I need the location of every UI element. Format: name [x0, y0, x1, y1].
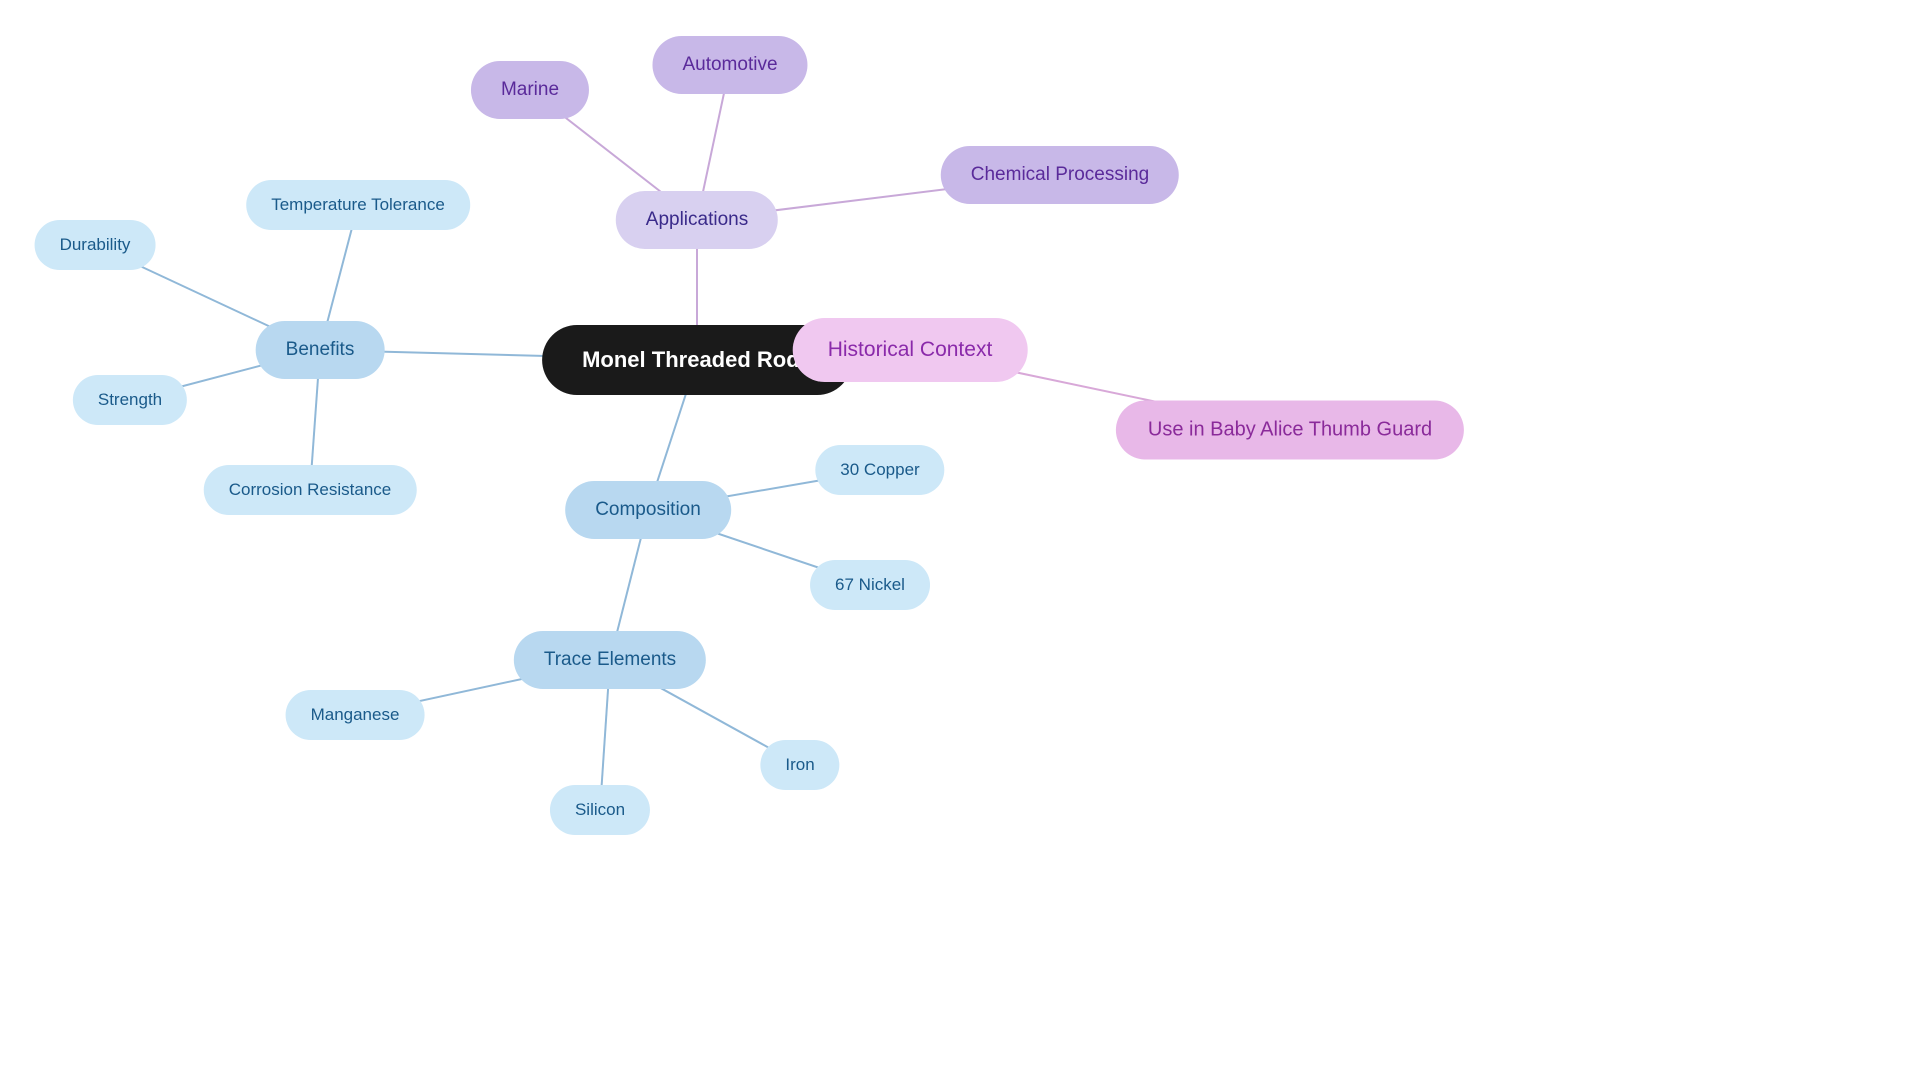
- baby-alice-node[interactable]: Use in Baby Alice Thumb Guard: [1116, 401, 1464, 460]
- corrosion-resistance-node[interactable]: Corrosion Resistance: [204, 465, 417, 515]
- nickel-node[interactable]: 67 Nickel: [810, 560, 930, 610]
- iron-node[interactable]: Iron: [760, 740, 839, 790]
- trace-elements-node[interactable]: Trace Elements: [514, 631, 706, 689]
- manganese-node[interactable]: Manganese: [286, 690, 425, 740]
- automotive-node[interactable]: Automotive: [652, 36, 807, 94]
- chemical-processing-node[interactable]: Chemical Processing: [941, 146, 1179, 204]
- temperature-tolerance-node[interactable]: Temperature Tolerance: [246, 180, 470, 230]
- benefits-node[interactable]: Benefits: [256, 321, 385, 379]
- strength-node[interactable]: Strength: [73, 375, 187, 425]
- durability-node[interactable]: Durability: [35, 220, 156, 270]
- historical-context-node[interactable]: Historical Context: [793, 318, 1028, 382]
- copper-node[interactable]: 30 Copper: [815, 445, 944, 495]
- marine-node[interactable]: Marine: [471, 61, 589, 119]
- silicon-node[interactable]: Silicon: [550, 785, 650, 835]
- applications-node[interactable]: Applications: [616, 191, 778, 249]
- composition-node[interactable]: Composition: [565, 481, 731, 539]
